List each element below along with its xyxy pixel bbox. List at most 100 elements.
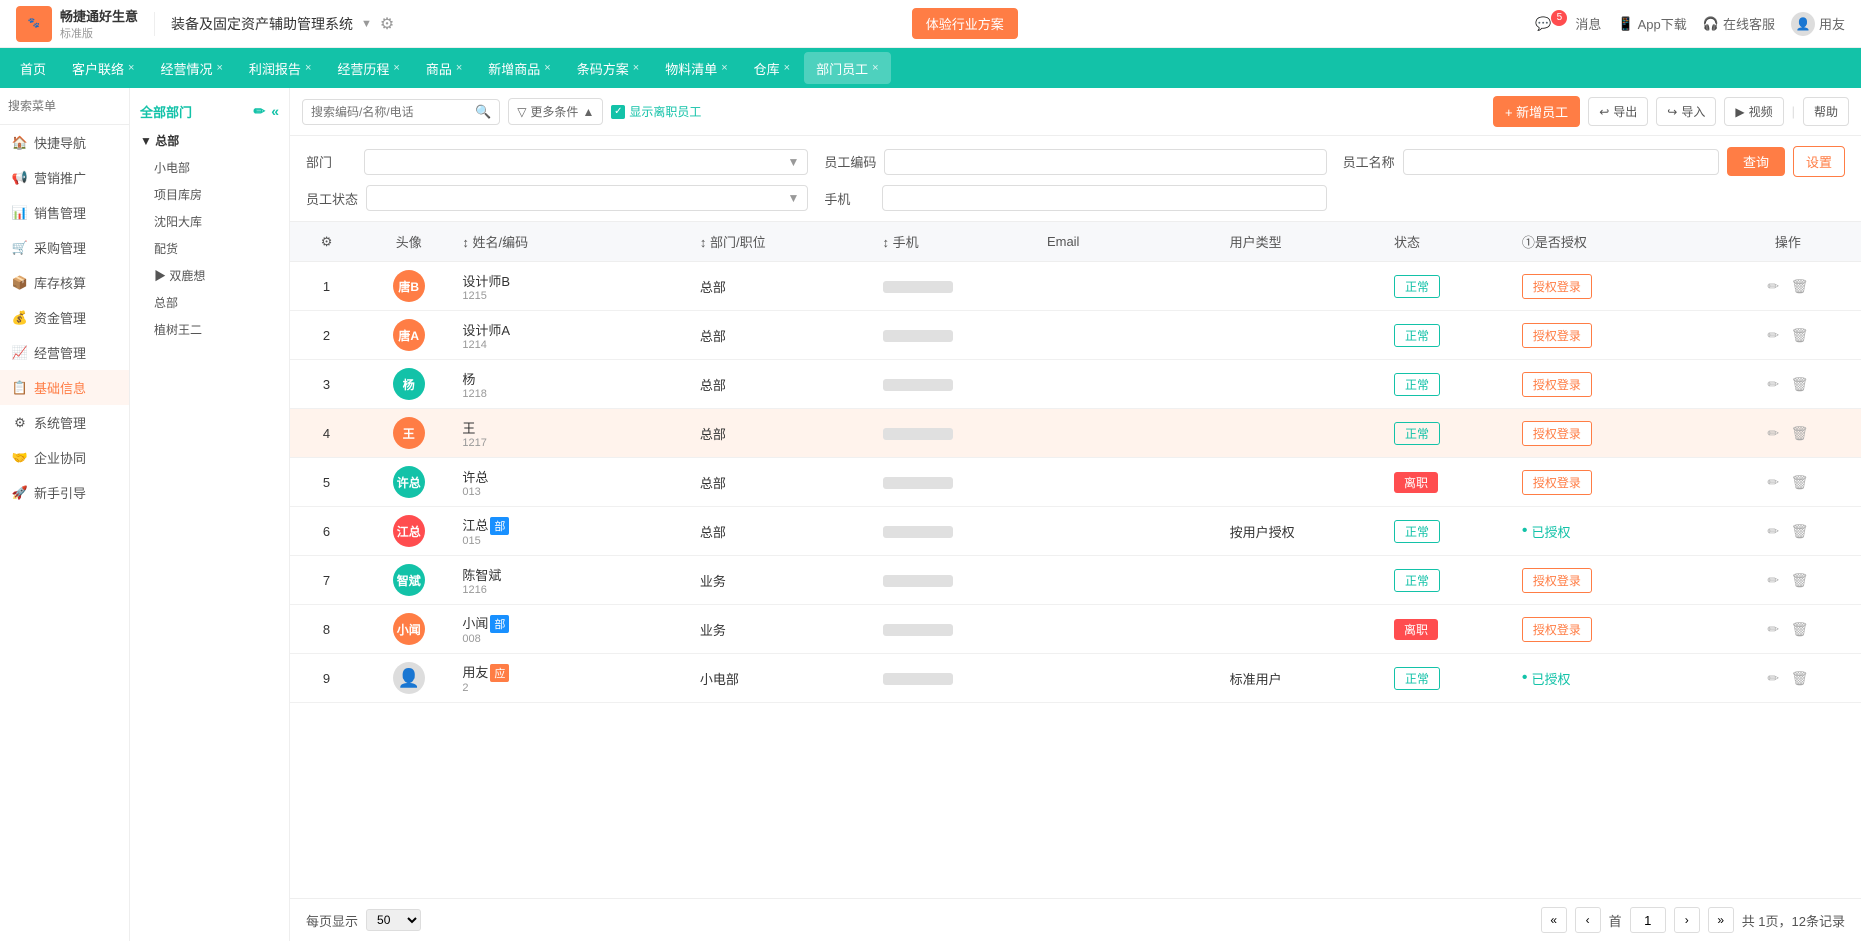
- more-filter-btn[interactable]: ▽ 更多条件 ▲: [508, 98, 603, 125]
- next-page-btn[interactable]: ›: [1674, 907, 1700, 933]
- import-button[interactable]: ↪ 导入: [1656, 97, 1716, 126]
- auth-button[interactable]: 授权登录: [1522, 617, 1592, 642]
- query-button[interactable]: 查询: [1727, 147, 1785, 176]
- dept-item-peihuo[interactable]: 配货: [130, 235, 289, 262]
- search-input[interactable]: [311, 105, 471, 119]
- auth-button[interactable]: 授权登录: [1522, 323, 1592, 348]
- trial-button[interactable]: 体验行业方案: [912, 8, 1018, 39]
- tab-barcode[interactable]: 条码方案×: [565, 52, 651, 84]
- name-filter-input[interactable]: [1403, 149, 1719, 175]
- search-icon[interactable]: 🔍: [475, 104, 491, 120]
- gear-icon[interactable]: ⚙: [380, 14, 394, 34]
- dept-item-shuanglu[interactable]: ▶ 双鹿想: [130, 262, 289, 289]
- dept-collapse-icon[interactable]: «: [271, 103, 279, 120]
- status-filter-select[interactable]: ▼: [366, 185, 808, 211]
- per-page-select[interactable]: 50 100: [366, 909, 421, 931]
- prev-page-btn[interactable]: ‹: [1575, 907, 1601, 933]
- add-employee-button[interactable]: + 新增员工: [1493, 96, 1580, 127]
- close-icon[interactable]: ×: [544, 62, 550, 74]
- edit-button[interactable]: ✏: [1763, 472, 1783, 493]
- col-phone[interactable]: ↕ 手机: [875, 222, 1039, 262]
- app-download-item[interactable]: 📱 App下载: [1617, 14, 1686, 33]
- tab-customer[interactable]: 客户联络×: [60, 52, 146, 84]
- sidebar-item-inventory[interactable]: 📦 库存核算: [0, 265, 129, 300]
- tab-history[interactable]: 经营历程×: [325, 52, 411, 84]
- dept-item-project[interactable]: 项目库房: [130, 181, 289, 208]
- code-filter-input[interactable]: [884, 149, 1326, 175]
- auth-button[interactable]: 授权登录: [1522, 470, 1592, 495]
- export-button[interactable]: ↩ 导出: [1588, 97, 1648, 126]
- dept-item-xiaodian[interactable]: 小电部: [130, 154, 289, 181]
- sidebar-item-basic-info[interactable]: 📋 基础信息: [0, 370, 129, 405]
- online-service-item[interactable]: 🎧 在线客服: [1703, 14, 1775, 33]
- close-icon[interactable]: ×: [305, 62, 311, 74]
- dept-item-zongbu-child[interactable]: 总部: [130, 289, 289, 316]
- last-page-btn[interactable]: »: [1708, 907, 1734, 933]
- sidebar-item-management[interactable]: 📈 经营管理: [0, 335, 129, 370]
- setting-button[interactable]: 设置: [1793, 146, 1845, 177]
- close-icon[interactable]: ×: [128, 62, 134, 74]
- delete-button[interactable]: 🗑: [1787, 521, 1813, 542]
- edit-button[interactable]: ✏: [1763, 619, 1783, 640]
- sidebar-item-marketing[interactable]: 📢 营销推广: [0, 160, 129, 195]
- sidebar-item-guide[interactable]: 🚀 新手引导: [0, 475, 129, 510]
- message-item[interactable]: 💬 5 消息: [1535, 14, 1601, 33]
- sidebar-search-input[interactable]: [8, 99, 130, 113]
- tab-new-goods[interactable]: 新增商品×: [476, 52, 562, 84]
- close-icon[interactable]: ×: [633, 62, 639, 74]
- arrow-icon[interactable]: ▼: [361, 18, 372, 30]
- col-name[interactable]: ↕ 姓名/编码: [454, 222, 691, 262]
- delete-button[interactable]: 🗑: [1787, 619, 1813, 640]
- tab-home[interactable]: 首页: [8, 52, 58, 84]
- delete-button[interactable]: 🗑: [1787, 276, 1813, 297]
- show-resigned-toggle[interactable]: ✓ 显示离职员工: [611, 103, 701, 120]
- first-page-btn[interactable]: «: [1541, 907, 1567, 933]
- sidebar-item-system[interactable]: ⚙ 系统管理: [0, 405, 129, 440]
- edit-button[interactable]: ✏: [1763, 668, 1783, 689]
- col-dept[interactable]: ↕ 部门/职位: [692, 222, 875, 262]
- close-icon[interactable]: ×: [393, 62, 399, 74]
- delete-button[interactable]: 🗑: [1787, 668, 1813, 689]
- close-icon[interactable]: ×: [872, 62, 878, 74]
- close-icon[interactable]: ×: [784, 62, 790, 74]
- help-button[interactable]: 帮助: [1803, 97, 1849, 126]
- close-icon[interactable]: ×: [456, 62, 462, 74]
- delete-button[interactable]: 🗑: [1787, 570, 1813, 591]
- dept-item-shenyang[interactable]: 沈阳大库: [130, 208, 289, 235]
- col-settings[interactable]: ⚙: [290, 222, 363, 262]
- auth-button[interactable]: 授权登录: [1522, 421, 1592, 446]
- close-icon[interactable]: ×: [721, 62, 727, 74]
- sidebar-item-home[interactable]: 🏠 快捷导航: [0, 125, 129, 160]
- view-button[interactable]: ▶ 视频: [1724, 97, 1783, 126]
- edit-button[interactable]: ✏: [1763, 570, 1783, 591]
- edit-button[interactable]: ✏: [1763, 521, 1783, 542]
- edit-button[interactable]: ✏: [1763, 325, 1783, 346]
- dept-item-zongbu-parent[interactable]: ▼ 总部: [130, 127, 289, 154]
- dept-filter-select[interactable]: ▼: [364, 149, 808, 175]
- auth-button[interactable]: 授权登录: [1522, 372, 1592, 397]
- sidebar-item-purchase[interactable]: 🛒 采购管理: [0, 230, 129, 265]
- sidebar-item-finance[interactable]: 💰 资金管理: [0, 300, 129, 335]
- user-item[interactable]: 👤 用友: [1791, 12, 1845, 36]
- delete-button[interactable]: 🗑: [1787, 472, 1813, 493]
- tab-employees[interactable]: 部门员工×: [804, 52, 890, 84]
- tab-bom[interactable]: 物料清单×: [653, 52, 739, 84]
- auth-button[interactable]: 授权登录: [1522, 274, 1592, 299]
- tab-profit[interactable]: 利润报告×: [237, 52, 323, 84]
- delete-button[interactable]: 🗑: [1787, 325, 1813, 346]
- sidebar-item-collab[interactable]: 🤝 企业协同: [0, 440, 129, 475]
- phone-filter-input[interactable]: [882, 185, 1326, 211]
- page-input[interactable]: [1630, 907, 1666, 933]
- delete-button[interactable]: 🗑: [1787, 374, 1813, 395]
- edit-button[interactable]: ✏: [1763, 276, 1783, 297]
- tab-goods[interactable]: 商品×: [414, 52, 474, 84]
- dept-item-zhishu[interactable]: 植树王二: [130, 316, 289, 343]
- tab-operation[interactable]: 经营情况×: [148, 52, 234, 84]
- dept-edit-icon[interactable]: ✏: [253, 103, 265, 120]
- edit-button[interactable]: ✏: [1763, 374, 1783, 395]
- tab-warehouse[interactable]: 仓库×: [742, 52, 802, 84]
- close-icon[interactable]: ×: [216, 62, 222, 74]
- auth-button[interactable]: 授权登录: [1522, 568, 1592, 593]
- sidebar-item-sales[interactable]: 📊 销售管理: [0, 195, 129, 230]
- delete-button[interactable]: 🗑: [1787, 423, 1813, 444]
